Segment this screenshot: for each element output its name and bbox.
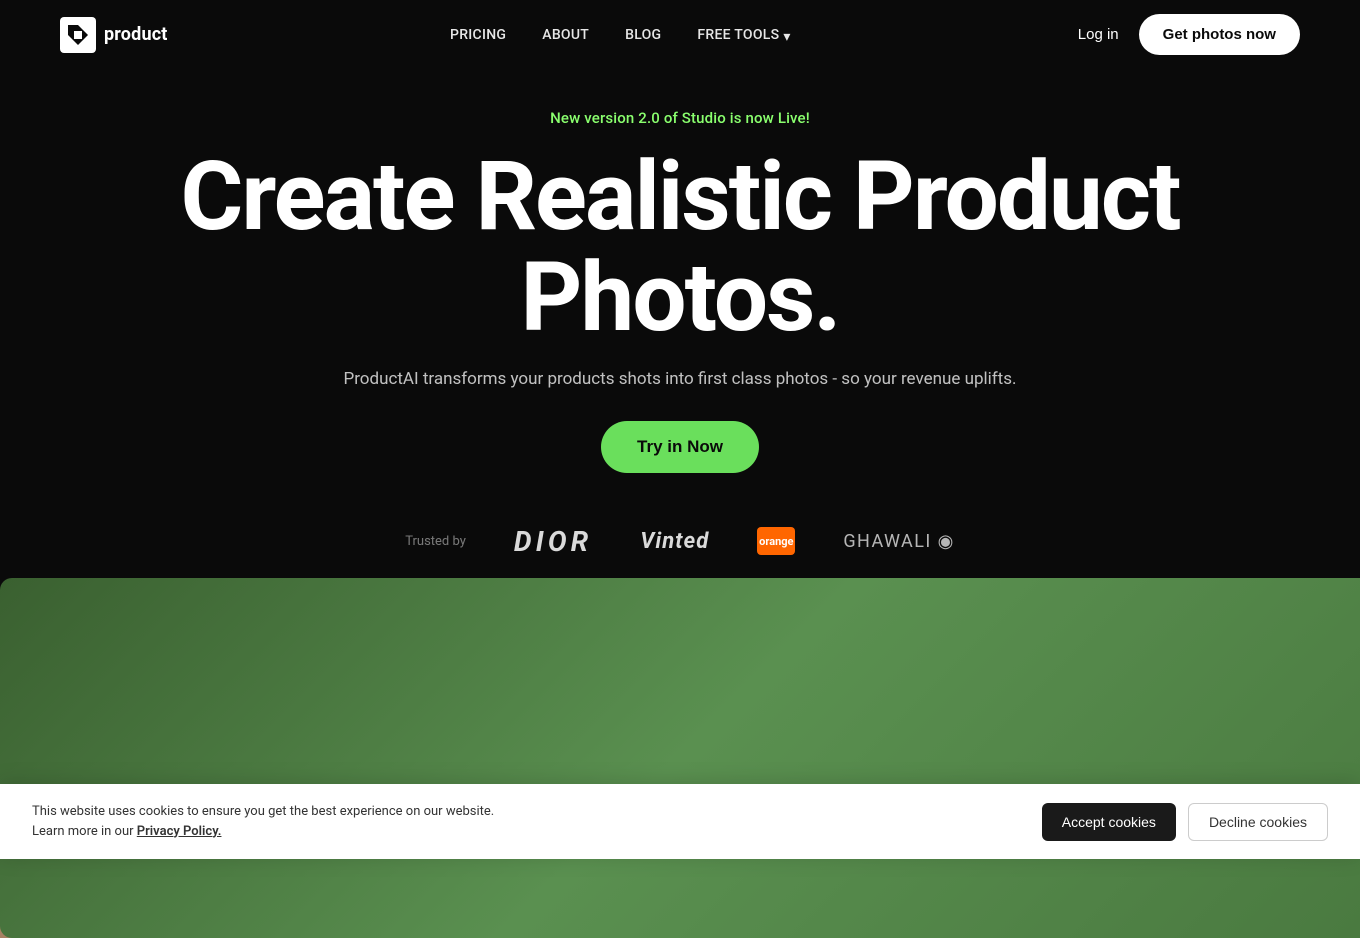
hero-subtitle: ProductAI transforms your products shots… bbox=[20, 369, 1340, 389]
chevron-down-icon: ▾ bbox=[783, 29, 795, 41]
cookie-actions: Accept cookies Decline cookies bbox=[1042, 803, 1328, 841]
cookie-learn-more: Learn more in our Privacy Policy. bbox=[32, 824, 221, 839]
trusted-by-label: Trusted by bbox=[405, 534, 466, 549]
brand-dior: DIOR bbox=[514, 525, 593, 558]
hero-title: Create Realistic Product Photos. bbox=[20, 147, 1340, 349]
nav-about[interactable]: ABOUT bbox=[542, 27, 589, 43]
brand-vinted: Vinted bbox=[640, 529, 709, 554]
cookie-text: This website uses cookies to ensure you … bbox=[32, 802, 1022, 841]
gallery-right-edge bbox=[1062, 594, 1182, 938]
logo[interactable]: product bbox=[60, 17, 168, 53]
privacy-policy-link[interactable]: Privacy Policy. bbox=[137, 824, 222, 839]
nav-links: PRICING ABOUT BLOG FREE TOOLS ▾ bbox=[450, 27, 795, 43]
nav-actions: Log in Get photos now bbox=[1078, 14, 1300, 55]
login-button[interactable]: Log in bbox=[1078, 26, 1119, 43]
try-now-button[interactable]: Try in Now bbox=[601, 421, 759, 473]
announcement-text: New version 2.0 of Studio is now Live! bbox=[20, 109, 1340, 127]
nav-pricing[interactable]: PRICING bbox=[450, 27, 506, 43]
accept-cookies-button[interactable]: Accept cookies bbox=[1042, 803, 1176, 841]
brand-orange: orange bbox=[757, 527, 795, 555]
logo-text: product bbox=[104, 24, 168, 45]
decline-cookies-button[interactable]: Decline cookies bbox=[1188, 803, 1328, 841]
navigation: product PRICING ABOUT BLOG FREE TOOLS ▾ … bbox=[0, 0, 1360, 69]
gallery-section: Gentle gelon-spray amb bbox=[0, 578, 1360, 938]
brand-ghawali: GHAWALI ◉ bbox=[843, 531, 954, 552]
get-photos-button[interactable]: Get photos now bbox=[1139, 14, 1300, 55]
trusted-by-section: Trusted by DIOR Vinted orange GHAWALI ◉ bbox=[0, 493, 1360, 578]
hero-section: New version 2.0 of Studio is now Live! C… bbox=[0, 69, 1360, 493]
nav-blog[interactable]: BLOG bbox=[625, 27, 661, 43]
nav-free-tools[interactable]: FREE TOOLS ▾ bbox=[697, 27, 795, 43]
cookie-banner: This website uses cookies to ensure you … bbox=[0, 784, 1360, 859]
logo-icon bbox=[60, 17, 96, 53]
